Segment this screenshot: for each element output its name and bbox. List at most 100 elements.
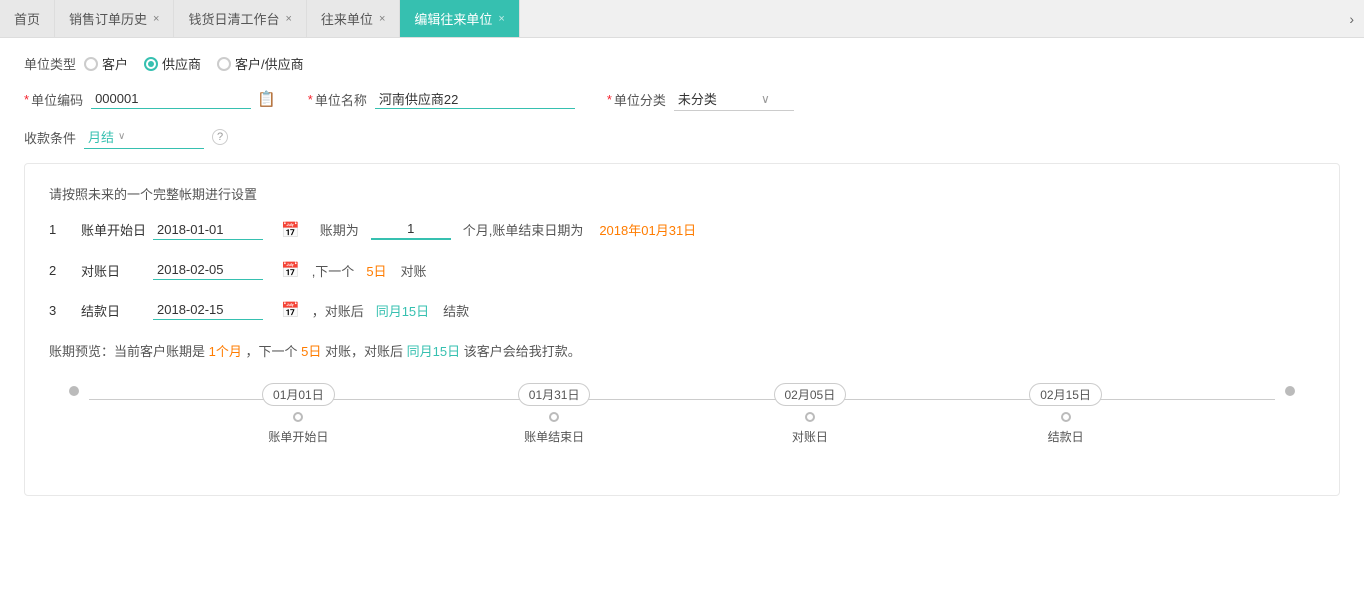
tab-cashwork[interactable]: 钱货日清工作台 × (174, 0, 306, 37)
tl-start-dot (69, 386, 79, 396)
period-row-1-month-input[interactable] (371, 219, 451, 240)
period-row-3-date-input[interactable] (153, 300, 263, 320)
tl-dot-2 (549, 412, 559, 422)
tl-end-dot (1285, 386, 1295, 396)
timeline-point-1: 01月01日 账单开始日 (262, 383, 335, 445)
payment-terms-value: 月结 (88, 127, 114, 146)
preview-label: 账期预览：当前客户账期是 (49, 344, 205, 359)
tl-dot-1 (293, 412, 303, 422)
radio-customer-label: 客户 (102, 54, 128, 73)
tab-edit-contacts-close[interactable]: × (498, 13, 504, 25)
timeline-point-3: 02月05日 对账日 (774, 383, 847, 445)
tl-date-badge-4: 02月15日 (1029, 383, 1102, 406)
unit-name-group: * 单位名称 (308, 89, 575, 109)
period-row-1-field-label: 账单开始日 (81, 220, 141, 239)
tab-cashwork-close[interactable]: × (285, 13, 291, 25)
radio-both[interactable]: 客户/供应商 (217, 54, 304, 73)
unit-name-star: * (308, 92, 313, 107)
timeline-point-4: 02月15日 结款日 (1029, 383, 1102, 445)
tl-date-badge-2: 01月31日 (518, 383, 591, 406)
period-row-2-date-input[interactable] (153, 260, 263, 280)
period-row-2-suffix: 对账 (401, 261, 427, 280)
tab-edit-contacts[interactable]: 编辑往来单位 × (400, 0, 519, 37)
period-row-1-num: 1 (49, 222, 69, 237)
period-row-2-field-label: 对账日 (81, 261, 141, 280)
tl-label-2: 账单结束日 (524, 428, 584, 445)
unit-name-input[interactable] (375, 89, 575, 109)
period-row-2-prefix: ,下一个 (312, 261, 355, 280)
preview-part2: 5日 (301, 344, 321, 359)
unit-category-group: * 单位分类 未分类 ∨ (607, 87, 794, 111)
tl-date-badge-1: 01月01日 (262, 383, 335, 406)
tab-cashwork-label: 钱货日清工作台 (188, 9, 279, 28)
period-row-1: 1 账单开始日 📅 账期为 个月,账单结束日期为 2018年01月31日 (49, 219, 1315, 240)
period-row-1-date-input[interactable] (153, 220, 263, 240)
payment-terms-select[interactable]: 月结 ∨ (84, 125, 204, 149)
unit-code-group: * 单位编码 📋 (24, 89, 276, 109)
unit-code-label: 单位编码 (31, 90, 83, 109)
period-row-3: 3 结款日 📅 ，对账后 同月15日 结款 (49, 300, 1315, 320)
radio-customer[interactable]: 客户 (84, 54, 128, 73)
unit-category-star: * (607, 92, 612, 107)
period-row-1-calendar-icon[interactable]: 📅 (281, 221, 300, 239)
radio-supplier-label: 供应商 (162, 54, 201, 73)
period-settings-box: 请按照未来的一个完整帐期进行设置 1 账单开始日 📅 账期为 个月,账单结束日期… (24, 163, 1340, 496)
radio-both-label: 客户/供应商 (235, 54, 304, 73)
main-content: 单位类型 客户 供应商 客户/供应商 * 单位编码 📋 * 单位名称 (0, 38, 1364, 608)
unit-code-input[interactable] (91, 89, 251, 109)
unit-category-label: 单位分类 (614, 90, 666, 109)
tab-contacts-close[interactable]: × (379, 13, 385, 25)
radio-group-unit-type: 客户 供应商 客户/供应商 (84, 54, 304, 73)
tab-home-label: 首页 (14, 9, 40, 28)
tab-sales-order-close[interactable]: × (153, 13, 159, 25)
radio-supplier[interactable]: 供应商 (144, 54, 201, 73)
preview-suffix: 该客户会给我打款。 (464, 344, 581, 359)
timeline-container: 01月01日 账单开始日 01月31日 账单结束日 02月05日 对账日 02月… (49, 383, 1315, 475)
unit-category-select[interactable]: 未分类 ∨ (674, 87, 794, 111)
tl-label-3: 对账日 (792, 428, 828, 445)
preview-text: 账期预览：当前客户账期是 1个月 ，下一个 5日 对账，对账后 同月15日 该客… (49, 340, 1315, 363)
tab-home[interactable]: 首页 (0, 0, 55, 37)
period-row-2: 2 对账日 📅 ,下一个 5日 对账 (49, 260, 1315, 280)
tab-more-arrow[interactable]: › (1339, 0, 1364, 37)
period-row-3-field-label: 结款日 (81, 301, 141, 320)
tab-contacts[interactable]: 往来单位 × (307, 0, 400, 37)
tab-sales-order-label: 销售订单历史 (69, 9, 147, 28)
preview-part1: 1个月 (209, 344, 242, 359)
tl-end-endpoint (1285, 383, 1295, 445)
unit-category-value: 未分类 (678, 89, 717, 108)
period-row-3-calendar-icon[interactable]: 📅 (281, 301, 300, 319)
radio-both-circle (217, 57, 231, 71)
payment-terms-help-icon[interactable]: ? (212, 129, 228, 145)
tab-edit-contacts-label: 编辑往来单位 (414, 9, 492, 28)
period-row-2-calendar-icon[interactable]: 📅 (281, 261, 300, 279)
period-row-1-end-text: 个月,账单结束日期为 (463, 220, 584, 239)
tl-dot-4 (1061, 412, 1071, 422)
tl-date-badge-3: 02月05日 (774, 383, 847, 406)
period-settings-title: 请按照未来的一个完整帐期进行设置 (49, 184, 1315, 203)
preview-part3: 同月15日 (407, 344, 460, 359)
unit-category-chevron-icon: ∨ (761, 92, 770, 106)
preview-sep2: 对账，对账后 (325, 344, 403, 359)
period-row-3-suffix: 结款 (443, 301, 469, 320)
payment-terms-chevron-icon: ∨ (118, 131, 125, 142)
unit-type-row: 单位类型 客户 供应商 客户/供应商 (24, 54, 1340, 73)
unit-fields-row: * 单位编码 📋 * 单位名称 * 单位分类 未分类 ∨ (24, 87, 1340, 111)
preview-sep1: ，下一个 (246, 344, 298, 359)
radio-customer-circle (84, 57, 98, 71)
payment-terms-label: 收款条件 (24, 128, 76, 147)
unit-type-label: 单位类型 (24, 54, 76, 73)
unit-code-doc-icon[interactable]: 📋 (257, 90, 276, 108)
timeline-points: 01月01日 账单开始日 01月31日 账单结束日 02月05日 对账日 02月… (69, 383, 1295, 445)
unit-name-label: 单位名称 (315, 90, 367, 109)
tl-label-4: 结款日 (1048, 428, 1084, 445)
period-row-3-num: 3 (49, 303, 69, 318)
period-row-2-num: 2 (49, 263, 69, 278)
tab-sales-order[interactable]: 销售订单历史 × (55, 0, 174, 37)
payment-terms-row: 收款条件 月结 ∨ ? (24, 125, 1340, 149)
timeline-point-2: 01月31日 账单结束日 (518, 383, 591, 445)
tl-label-1: 账单开始日 (268, 428, 328, 445)
period-row-1-highlight: 2018年01月31日 (599, 220, 696, 239)
unit-code-star: * (24, 92, 29, 107)
period-row-3-prefix: ，对账后 (312, 301, 364, 320)
